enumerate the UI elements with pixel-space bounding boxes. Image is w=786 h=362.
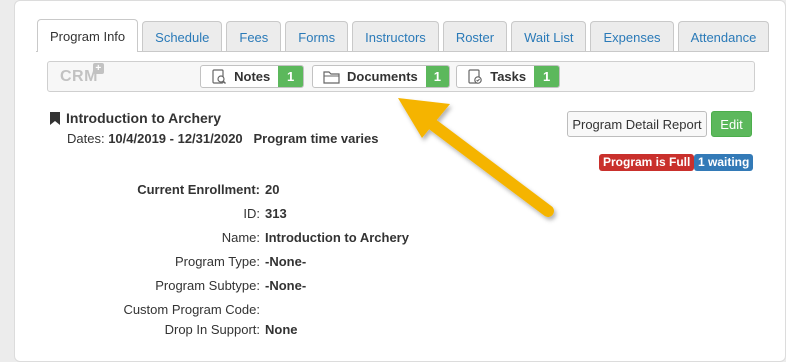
tab-program-info[interactable]: Program Info bbox=[37, 19, 139, 52]
